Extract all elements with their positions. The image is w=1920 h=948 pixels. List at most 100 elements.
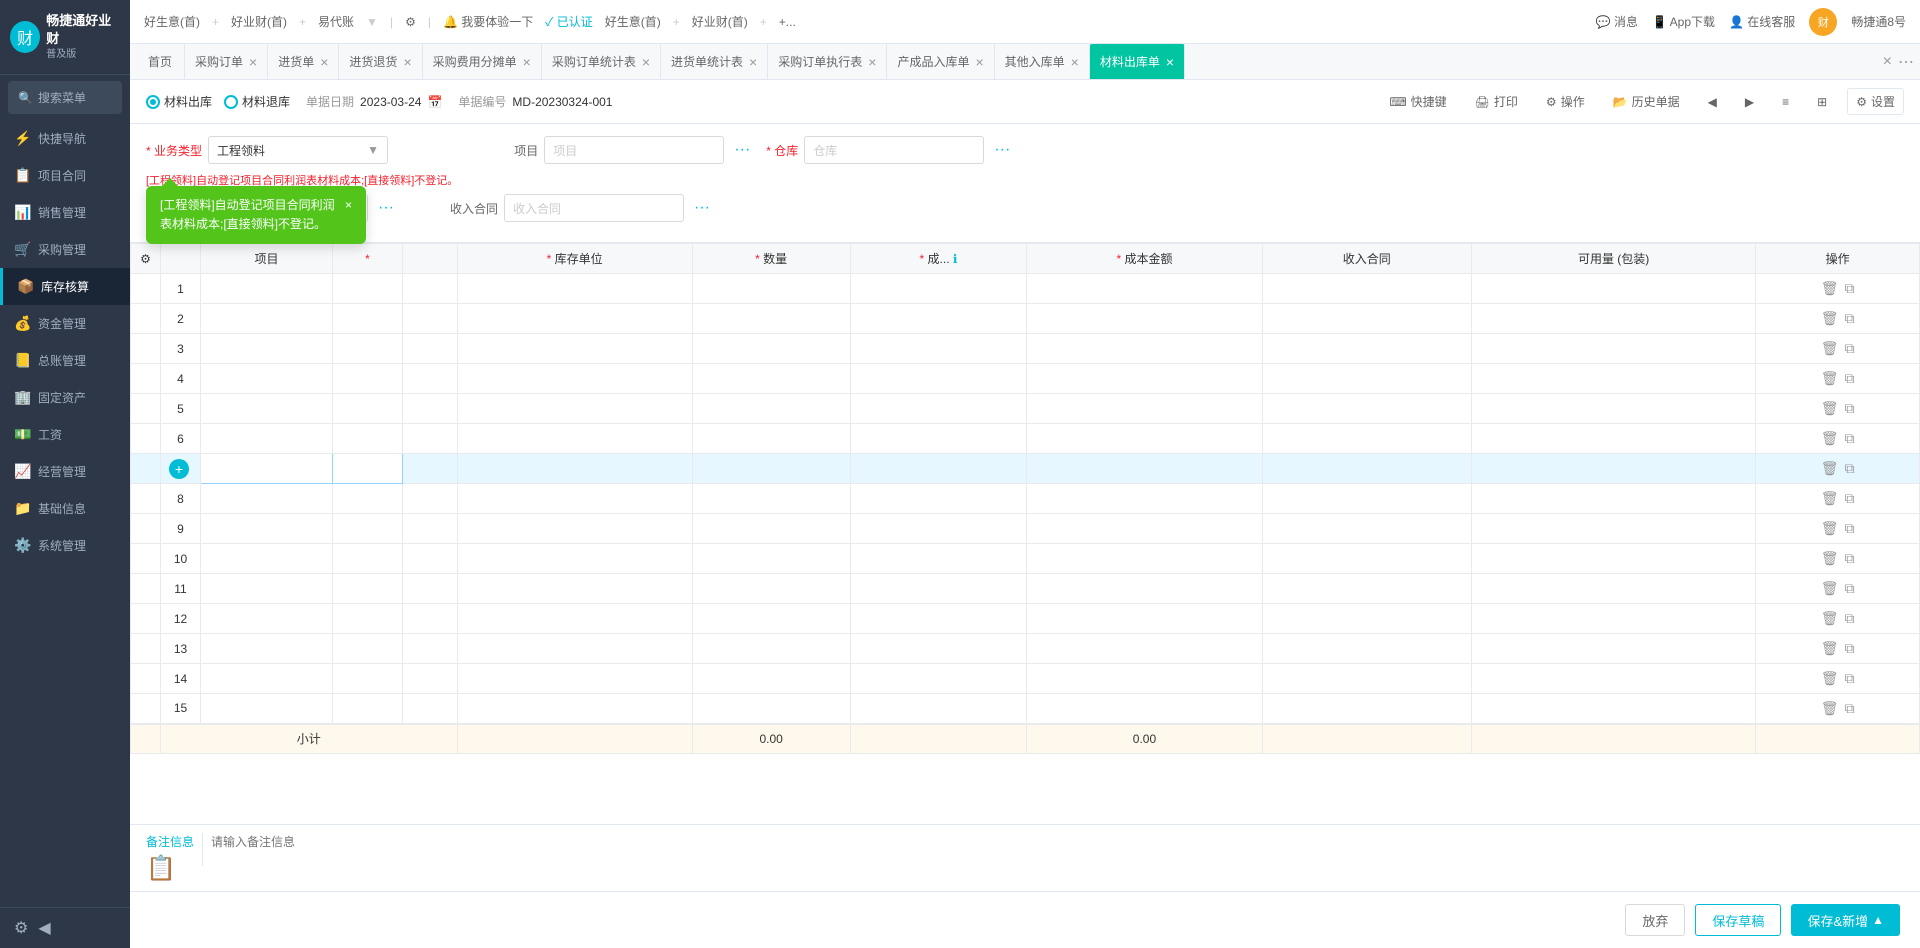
row-input-col1[interactable] xyxy=(201,454,333,484)
tab-close-purchase-exec[interactable]: × xyxy=(868,55,876,69)
row-input-col2[interactable] xyxy=(333,454,403,484)
topbar-haoyecai2[interactable]: 好业财(首) xyxy=(692,13,748,30)
row-quantity[interactable] xyxy=(692,274,850,304)
topbar-settings-icon[interactable]: ⚙ xyxy=(405,15,416,29)
tab-close-finished-goods[interactable]: × xyxy=(975,55,983,69)
row-available[interactable] xyxy=(1471,274,1755,304)
row-delete[interactable]: 🗑 xyxy=(1821,400,1839,417)
calendar-icon[interactable]: 📅 xyxy=(427,95,442,109)
row-delete[interactable]: 🗑 xyxy=(1821,700,1839,717)
row-copy[interactable]: ⧉ xyxy=(1845,670,1855,687)
topbar-message[interactable]: 💬 消息 xyxy=(1596,13,1638,30)
row-copy[interactable]: ⧉ xyxy=(1845,610,1855,627)
row-cost-amount[interactable] xyxy=(1027,274,1262,304)
tab-incoming-return[interactable]: 进货退货 × xyxy=(339,44,422,80)
sidebar-item-system[interactable]: ⚙️ 系统管理 xyxy=(0,527,130,564)
row-delete[interactable]: 🗑 xyxy=(1821,640,1839,657)
settings-page-btn[interactable]: ⚙ 设置 xyxy=(1847,88,1904,115)
tab-close-purchase-stats[interactable]: × xyxy=(642,55,650,69)
save-new-btn[interactable]: 保存&新增 ▲ xyxy=(1791,904,1900,936)
row-material[interactable] xyxy=(333,274,403,304)
row-delete[interactable]: 🗑 xyxy=(1821,670,1839,687)
row-delete[interactable]: 🗑 xyxy=(1821,460,1839,477)
tab-close-other-inbound[interactable]: × xyxy=(1071,55,1079,69)
warehouse-dots-icon[interactable]: ··· xyxy=(994,141,1010,159)
tab-close-all[interactable]: × xyxy=(1883,53,1892,71)
row-copy[interactable]: ⧉ xyxy=(1845,580,1855,597)
row-copy[interactable]: ⧉ xyxy=(1845,310,1855,327)
tab-purchase-stats[interactable]: 采购订单统计表 × xyxy=(542,44,661,80)
project-dots-icon[interactable]: ··· xyxy=(734,141,750,159)
tab-incoming-stats[interactable]: 进货单统计表 × xyxy=(661,44,768,80)
sidebar-item-accounting[interactable]: 📒 总账管理 xyxy=(0,342,130,379)
search-menu[interactable]: 🔍 搜索菜单 xyxy=(8,81,122,114)
tab-close-incoming-stats[interactable]: × xyxy=(749,55,757,69)
discard-btn[interactable]: 放弃 xyxy=(1625,904,1685,936)
tooltip-close[interactable]: × xyxy=(345,196,352,215)
topbar-try[interactable]: 🔔 我要体验一下 xyxy=(443,13,533,30)
topbar-haoshengyi[interactable]: 好生意(首) xyxy=(144,13,200,30)
sidebar-item-shortcut[interactable]: ⚡ 快捷导航 xyxy=(0,120,130,157)
sidebar-item-basic[interactable]: 📁 基础信息 xyxy=(0,490,130,527)
row-copy[interactable]: ⧉ xyxy=(1845,430,1855,447)
tab-home[interactable]: 首页 xyxy=(136,44,185,80)
nav-prev-btn[interactable]: ◀ xyxy=(1700,91,1725,113)
row-copy[interactable]: ⧉ xyxy=(1845,550,1855,567)
topbar-haoshengyi2[interactable]: 好生意(首) xyxy=(605,13,661,30)
topbar-service[interactable]: 👤 在线客服 xyxy=(1729,13,1795,30)
row-copy[interactable]: ⧉ xyxy=(1845,460,1855,477)
income-contract-input[interactable]: 收入合同 xyxy=(504,194,684,222)
col-settings[interactable]: ⚙ xyxy=(131,244,161,274)
row-delete[interactable]: 🗑 xyxy=(1821,280,1839,297)
row-income-contract[interactable] xyxy=(1262,274,1471,304)
row-delete[interactable]: 🗑 xyxy=(1821,610,1839,627)
row-delete[interactable]: 🗑 xyxy=(1821,550,1839,567)
row-copy[interactable]: ⧉ xyxy=(1845,520,1855,537)
sidebar-item-finance[interactable]: 💰 资金管理 xyxy=(0,305,130,342)
row-delete[interactable]: 🗑 xyxy=(1821,490,1839,507)
sidebar-item-assets[interactable]: 🏢 固定资产 xyxy=(0,379,130,416)
row-spec[interactable] xyxy=(402,274,457,304)
sidebar-item-operations[interactable]: 📈 经营管理 xyxy=(0,453,130,490)
topbar-avatar[interactable]: 财 xyxy=(1809,8,1837,36)
tab-material-outbound[interactable]: 材料出库单 × xyxy=(1090,44,1185,80)
row-delete[interactable]: 🗑 xyxy=(1821,340,1839,357)
row-copy[interactable]: ⧉ xyxy=(1845,700,1855,717)
row-copy[interactable]: ⧉ xyxy=(1845,640,1855,657)
row-delete[interactable]: 🗑 xyxy=(1821,370,1839,387)
tab-purchase-exec[interactable]: 采购订单执行表 × xyxy=(768,44,887,80)
add-row-btn[interactable]: + xyxy=(169,459,189,479)
cost-info-icon[interactable]: ℹ xyxy=(953,252,958,266)
notes-input[interactable] xyxy=(211,833,1904,863)
tab-incoming[interactable]: 进货单 × xyxy=(268,44,339,80)
topbar-username[interactable]: 畅捷通8号 xyxy=(1851,13,1906,30)
row-project[interactable] xyxy=(201,274,333,304)
shortcut-btn[interactable]: ⌨ 快捷键 xyxy=(1381,89,1454,114)
row-copy[interactable]: ⧉ xyxy=(1845,370,1855,387)
radio-material-return[interactable]: 材料退库 xyxy=(224,93,290,110)
sidebar-item-sales[interactable]: 📊 销售管理 xyxy=(0,194,130,231)
row-copy[interactable]: ⧉ xyxy=(1845,280,1855,297)
row-unit[interactable] xyxy=(457,274,692,304)
sidebar-item-inventory[interactable]: 📦 库存核算 xyxy=(0,268,130,305)
tab-close-purchase-order[interactable]: × xyxy=(249,55,257,69)
topbar-yidaizhang[interactable]: 易代账 xyxy=(318,13,354,30)
row-delete[interactable]: 🗑 xyxy=(1821,520,1839,537)
topbar-app[interactable]: 📱 App下载 xyxy=(1652,13,1715,30)
sidebar-item-purchase[interactable]: 🛒 采购管理 xyxy=(0,231,130,268)
operate-btn[interactable]: ⚙ 操作 xyxy=(1538,89,1593,114)
income-contract-dots-icon[interactable]: ··· xyxy=(694,199,710,217)
tab-expand[interactable]: ⋯ xyxy=(1898,52,1914,72)
row-cost[interactable] xyxy=(850,274,1027,304)
row-copy[interactable]: ⧉ xyxy=(1845,340,1855,357)
row-delete[interactable]: 🗑 xyxy=(1821,310,1839,327)
tab-close-material-outbound[interactable]: × xyxy=(1166,55,1174,69)
radio-material-outbound[interactable]: 材料出库 xyxy=(146,93,212,110)
row-delete[interactable]: 🗑 xyxy=(1821,430,1839,447)
tab-finished-goods[interactable]: 产成品入库单 × xyxy=(887,44,994,80)
view-grid-btn[interactable]: ⊞ xyxy=(1809,91,1835,113)
tab-close-incoming[interactable]: × xyxy=(320,55,328,69)
sidebar-item-payroll[interactable]: 💵 工资 xyxy=(0,416,130,453)
history-btn[interactable]: 📂 历史单据 xyxy=(1605,89,1688,114)
tab-close-incoming-return[interactable]: × xyxy=(403,55,411,69)
